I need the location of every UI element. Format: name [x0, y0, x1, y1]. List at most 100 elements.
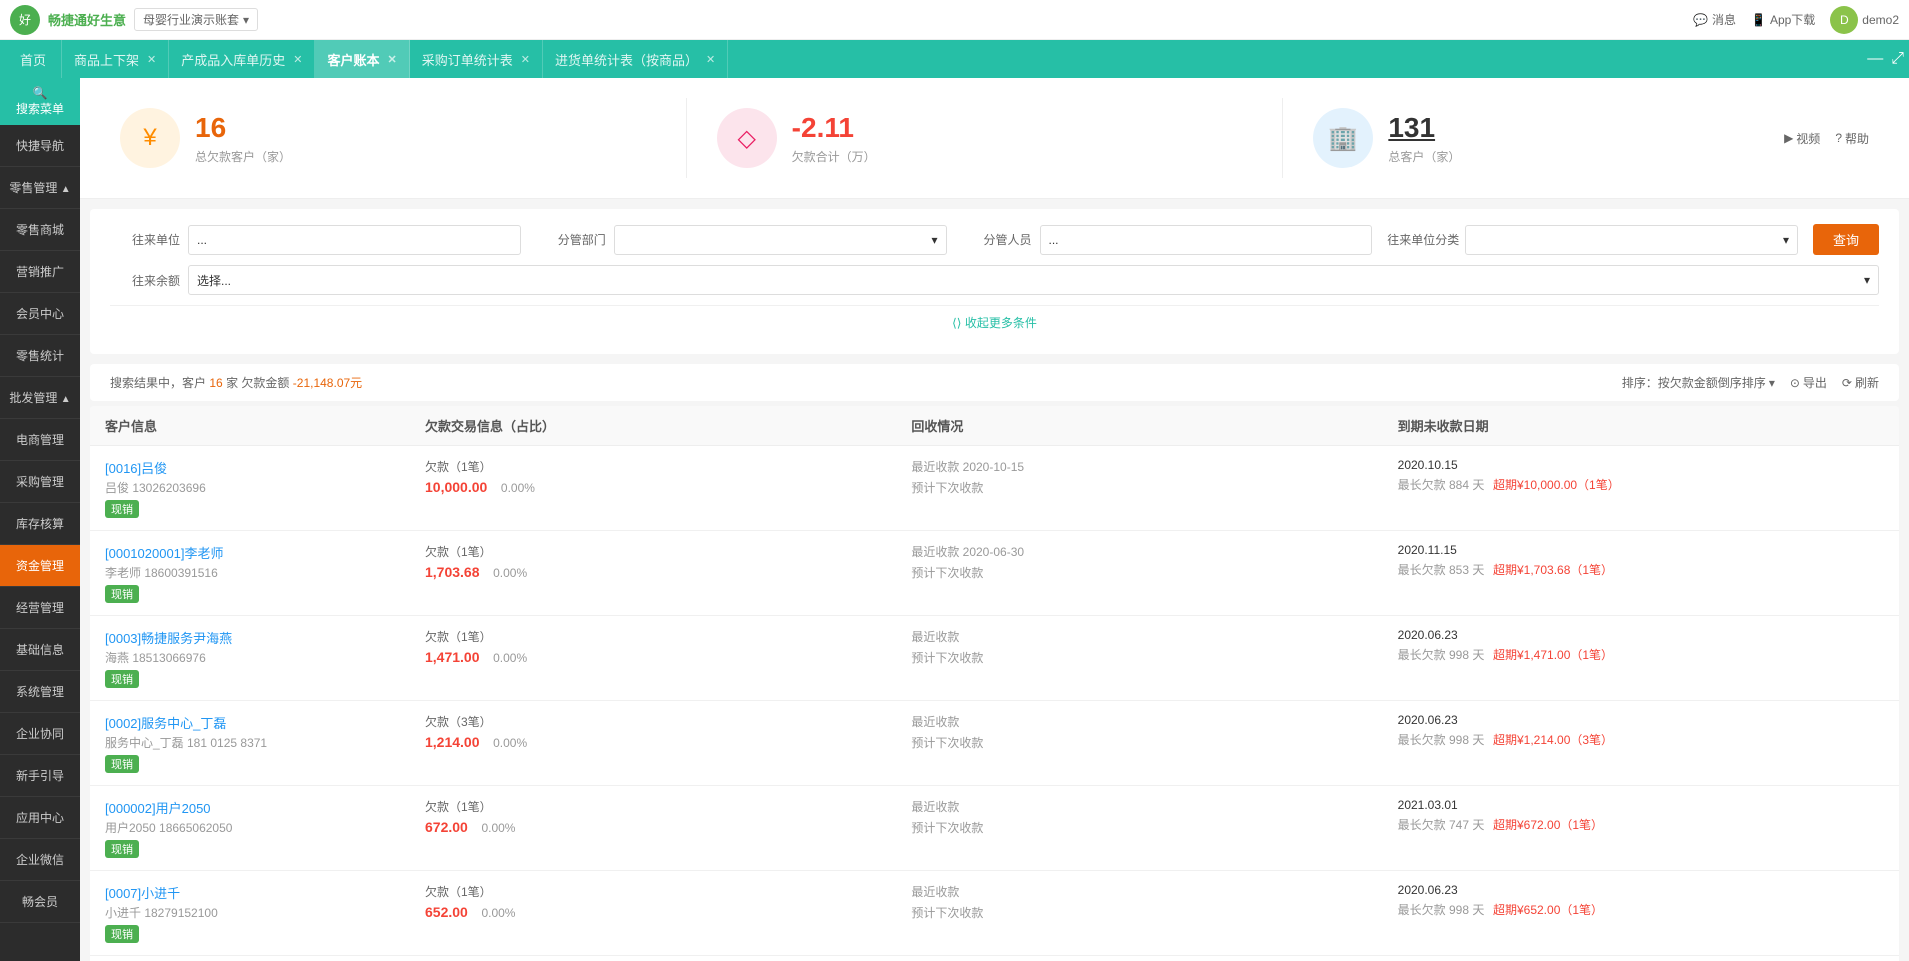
sidebar-item-inventory[interactable]: 库存核算 [0, 503, 80, 545]
sidebar-item-vip[interactable]: 畅会员 [0, 881, 80, 923]
overdue-link[interactable]: 超期¥652.00（1笔） [1493, 903, 1603, 917]
recovery-cell: 最近收款 2020-10-15 预计下次收款 [911, 458, 1397, 496]
sidebar-item-retail-stats[interactable]: 零售统计 [0, 335, 80, 377]
close-customer-tab[interactable]: ✕ [388, 53, 397, 66]
refresh-btn[interactable]: ⟳ 刷新 [1842, 374, 1879, 391]
close-inbound-tab[interactable]: ✕ [706, 53, 715, 66]
overdue-link[interactable]: 超期¥1,471.00（1笔） [1493, 648, 1613, 662]
overdue-cell: 2020.06.23 最长欠款 998 天 超期¥1,214.00（3笔） [1398, 713, 1884, 748]
tab-customer-account[interactable]: 客户账本 ✕ [315, 40, 409, 78]
customer-name-link[interactable]: [0003]畅捷服务尹海燕 [105, 631, 232, 646]
sidebar-item-system[interactable]: 系统管理 [0, 671, 80, 713]
dept-label: 分管部门 [536, 231, 606, 248]
filter-unit-category: 往来单位分类 ▾ [1387, 225, 1798, 255]
company-selector[interactable]: 母婴行业演示账套 ▾ [134, 8, 258, 31]
next-payment: 预计下次收款 [911, 564, 1397, 581]
tab-home[interactable]: 首页 [5, 40, 62, 78]
customer-name-link[interactable]: [0002]服务中心_丁磊 [105, 716, 226, 731]
overdue-link[interactable]: 超期¥10,000.00（1笔） [1493, 478, 1620, 492]
results-actions: 排序：按欠款金额倒序排序 ▾ ⊙ 导出 ⟳ 刷新 [1622, 374, 1879, 391]
sidebar-item-retail-mgmt[interactable]: 零售管理 ▲ [0, 167, 80, 209]
sidebar-item-member[interactable]: 会员中心 [0, 293, 80, 335]
sidebar-item-quick-nav[interactable]: 快捷导航 [0, 125, 80, 167]
app-name: 畅捷通好生意 [48, 10, 126, 29]
tab-production[interactable]: 产成品入库单历史 ✕ [169, 40, 315, 78]
source-unit-input[interactable]: ... [188, 225, 521, 255]
overdue-link[interactable]: 超期¥672.00（1笔） [1493, 818, 1603, 832]
results-bar: 搜索结果中，客户 16 家 欠款金额 -21,148.07元 排序：按欠款金额倒… [90, 364, 1899, 401]
video-btn[interactable]: ▶ 视频 [1784, 130, 1820, 147]
tab-inbound-stats[interactable]: 进货单统计表（按商品） ✕ [543, 40, 728, 78]
balance-label: 往来余额 [110, 272, 180, 289]
col-overdue: 到期未收款日期 [1398, 416, 1884, 435]
customer-name-link[interactable]: [0007]小进千 [105, 886, 180, 901]
close-products-tab[interactable]: ✕ [147, 53, 156, 66]
customer-phone: 小进千 18279152100 [105, 904, 425, 921]
minimize-icon[interactable]: — [1867, 50, 1883, 68]
sidebar-item-purchase[interactable]: 采购管理 [0, 461, 80, 503]
search-button[interactable]: 查询 [1813, 224, 1879, 255]
maximize-icon[interactable]: ⤢ [1891, 50, 1904, 68]
sidebar-item-wechat[interactable]: 企业微信 [0, 839, 80, 881]
table-row: [0007]小进千 小进千 18279152100 现销 欠款（1笔） 652.… [90, 871, 1899, 956]
sidebar-item-retail-mall[interactable]: 零售商城 [0, 209, 80, 251]
close-purchase-tab[interactable]: ✕ [521, 53, 530, 66]
sidebar-item-marketing[interactable]: 营销推广 [0, 251, 80, 293]
debt-count: 欠款（1笔） [425, 458, 911, 475]
sidebar-item-enterprise[interactable]: 企业协同 [0, 713, 80, 755]
col-debt-info: 欠款交易信息（占比） [425, 416, 911, 435]
app-download-btn[interactable]: 📱 App下载 [1751, 11, 1815, 28]
debt-percent: 0.00% [493, 651, 527, 665]
collapse-bar[interactable]: ⟨⟩ 收起更多条件 [110, 305, 1879, 339]
next-payment: 预计下次收款 [911, 734, 1397, 751]
source-unit-dots: ... [197, 233, 207, 247]
unit-category-select[interactable]: ▾ [1465, 225, 1798, 255]
user-info[interactable]: D demo2 [1830, 6, 1899, 34]
collapse-icon: ⟨⟩ [952, 316, 961, 330]
debt-amount-icon: ◇ [717, 108, 777, 168]
customer-phone: 服务中心_丁磊 181 0125 8371 [105, 734, 425, 751]
sidebar-item-finance[interactable]: 资金管理 [0, 545, 80, 587]
main-content: ¥ 16 总欠款客户（家） ◇ -2.11 欠款合计（万） 🏢 131 总客户（… [80, 78, 1909, 961]
sidebar-item-ops[interactable]: 经营管理 [0, 587, 80, 629]
customer-name-link[interactable]: [000002]用户2050 [105, 801, 211, 816]
overdue-link[interactable]: 超期¥1,703.68（1笔） [1493, 563, 1613, 577]
tab-purchase-order[interactable]: 采购订单统计表 ✕ [410, 40, 543, 78]
customer-info-cell: [0001020001]李老师 李老师 18600391516 现销 [105, 543, 425, 603]
sidebar-item-basic-info[interactable]: 基础信息 [0, 629, 80, 671]
sidebar-item-batch-mgmt[interactable]: 批发管理 ▲ [0, 377, 80, 419]
stat-info-debt-customers: 16 总欠款客户（家） [195, 112, 676, 165]
message-btn[interactable]: 💬 消息 [1693, 11, 1736, 28]
sidebar-item-new-guide[interactable]: 新手引导 [0, 755, 80, 797]
sidebar-item-app-center[interactable]: 应用中心 [0, 797, 80, 839]
customer-name-link[interactable]: [0016]吕俊 [105, 461, 167, 476]
help-btn[interactable]: ? 帮助 [1835, 130, 1869, 147]
debt-amount: 1,214.00 [425, 734, 480, 750]
manager-input[interactable]: ... [1040, 225, 1373, 255]
balance-select[interactable]: 选择... ▾ [188, 265, 1879, 295]
overdue-cell: 2021.03.01 最长欠款 747 天 超期¥672.00（1笔） [1398, 798, 1884, 833]
sidebar-item-ecommerce[interactable]: 电商管理 [0, 419, 80, 461]
tab-products[interactable]: 商品上下架 ✕ [62, 40, 169, 78]
debt-count: 欠款（1笔） [425, 798, 911, 815]
customer-tag: 现销 [105, 670, 139, 688]
recovery-cell: 最近收款 2020-06-30 预计下次收款 [911, 543, 1397, 581]
customer-info-cell: [0016]吕俊 吕俊 13026203696 现销 [105, 458, 425, 518]
customer-name-link[interactable]: [0001020001]李老师 [105, 546, 224, 561]
export-btn[interactable]: ⊙ 导出 [1790, 374, 1827, 391]
overdue-days: 最长欠款 998 天 [1398, 648, 1485, 662]
table-row: [0002]服务中心_丁磊 服务中心_丁磊 181 0125 8371 现销 欠… [90, 701, 1899, 786]
sort-selector[interactable]: 排序：按欠款金额倒序排序 ▾ [1622, 374, 1775, 391]
debt-percent: 0.00% [493, 566, 527, 580]
dept-select[interactable]: ▾ [614, 225, 947, 255]
debt-customers-label: 总欠款客户（家） [195, 148, 676, 165]
debt-count: 欠款（3笔） [425, 713, 911, 730]
close-production-tab[interactable]: ✕ [293, 53, 302, 66]
customer-info-cell: [0007]小进千 小进千 18279152100 现销 [105, 883, 425, 943]
customer-phone: 用户2050 18665062050 [105, 819, 425, 836]
overdue-link[interactable]: 超期¥1,214.00（3笔） [1493, 733, 1613, 747]
debt-percent: 0.00% [501, 481, 535, 495]
debt-percent: 0.00% [481, 821, 515, 835]
sidebar-search[interactable]: 🔍 搜索菜单 [0, 78, 80, 125]
table-row: [0001020001]李老师 李老师 18600391516 现销 欠款（1笔… [90, 531, 1899, 616]
